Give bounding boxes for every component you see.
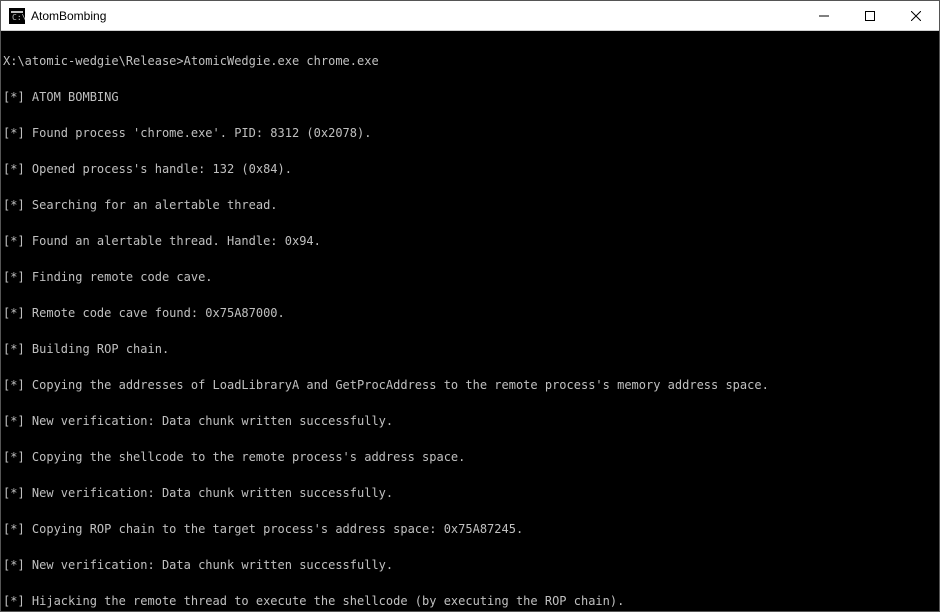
terminal-line: [*] Remote code cave found: 0x75A87000.	[1, 307, 939, 319]
terminal-line: [*] New verification: Data chunk written…	[1, 559, 939, 571]
terminal-line: [*] Building ROP chain.	[1, 343, 939, 355]
terminal-gap	[1, 283, 939, 307]
terminal-line: [*] Searching for an alertable thread.	[1, 199, 939, 211]
terminal-gap	[1, 499, 939, 523]
maximize-button[interactable]	[847, 1, 893, 30]
terminal-gap	[1, 139, 939, 163]
close-button[interactable]	[893, 1, 939, 30]
app-window: C:\ AtomBombing X:\atomic-wedgie\Release…	[0, 0, 940, 612]
terminal-line: [*] ATOM BOMBING	[1, 91, 939, 103]
terminal-line: [*] Copying ROP chain to the target proc…	[1, 523, 939, 535]
terminal-output: X:\atomic-wedgie\Release>AtomicWedgie.ex…	[1, 31, 939, 611]
svg-text:C:\: C:\	[12, 13, 25, 22]
terminal-gap	[1, 319, 939, 343]
terminal-line: [*] Found process 'chrome.exe'. PID: 831…	[1, 127, 939, 139]
window-controls	[801, 1, 939, 30]
app-icon: C:\	[9, 8, 25, 24]
terminal-gap	[1, 175, 939, 199]
terminal-gap	[1, 463, 939, 487]
terminal-line: [*] Opened process's handle: 132 (0x84).	[1, 163, 939, 175]
terminal-gap	[1, 535, 939, 559]
terminal-lines: [*] ATOM BOMBING [*] Found process 'chrom…	[1, 91, 939, 611]
terminal-line: [*] Copying the shellcode to the remote …	[1, 451, 939, 463]
terminal-line: [*] Hijacking the remote thread to execu…	[1, 595, 939, 607]
terminal-gap	[1, 355, 939, 379]
minimize-button[interactable]	[801, 1, 847, 30]
window-title: AtomBombing	[31, 9, 801, 23]
terminal-line: [*] Found an alertable thread. Handle: 0…	[1, 235, 939, 247]
terminal-gap	[1, 571, 939, 595]
terminal-line: [*] Copying the addresses of LoadLibrary…	[1, 379, 939, 391]
terminal-line: [*] New verification: Data chunk written…	[1, 415, 939, 427]
terminal-line: [*] Finding remote code cave.	[1, 271, 939, 283]
terminal-line: [*] New verification: Data chunk written…	[1, 487, 939, 499]
terminal-gap	[1, 247, 939, 271]
titlebar: C:\ AtomBombing	[1, 1, 939, 31]
command-prompt-line: X:\atomic-wedgie\Release>AtomicWedgie.ex…	[1, 55, 939, 67]
terminal-gap	[1, 103, 939, 127]
terminal-gap	[1, 211, 939, 235]
terminal-gap	[1, 427, 939, 451]
terminal-gap	[1, 391, 939, 415]
